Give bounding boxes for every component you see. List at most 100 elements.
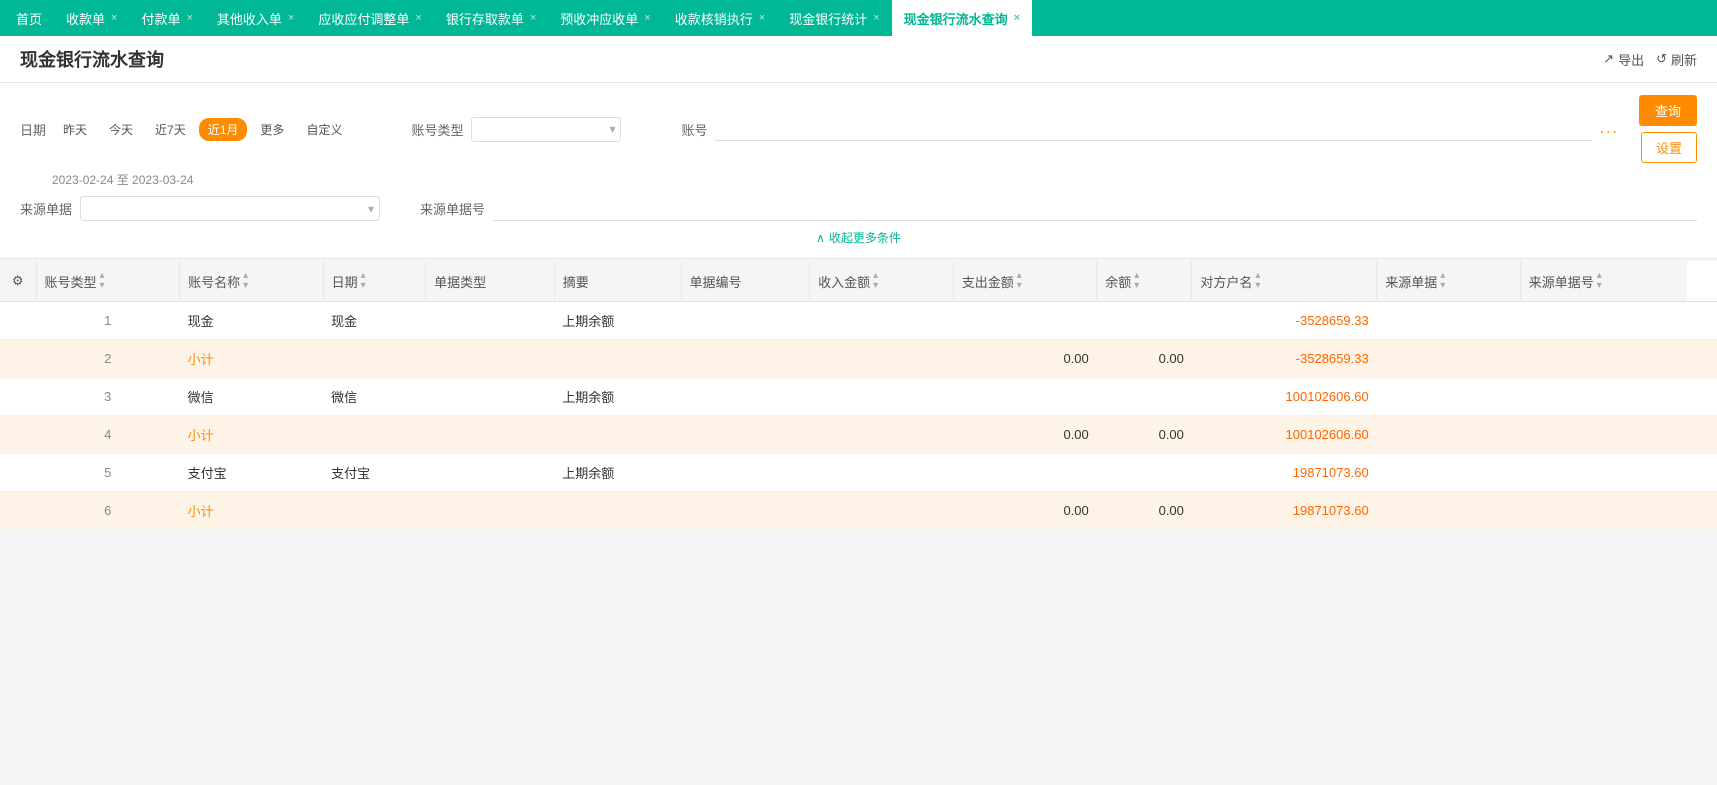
cell-source_doc (1520, 302, 1687, 340)
cell-summary (681, 340, 810, 378)
cell-income: 0.00 (953, 416, 1097, 454)
table-container: ⚙账号类型▴▾账号名称▴▾日期▴▾单据类型摘要单据编号收入金额▴▾支出金额▴▾余… (0, 261, 1717, 530)
date-btn-自定义[interactable]: 自定义 (297, 118, 351, 141)
cell-source_doc (1520, 492, 1687, 530)
account-type-select[interactable] (471, 117, 621, 142)
date-range-display: 2023-02-24 至 2023-03-24 (52, 171, 1697, 188)
sort-icon-income[interactable]: ▴▾ (873, 271, 878, 291)
col-header-source_doc[interactable]: 来源单据▴▾ (1377, 261, 1521, 302)
cell-source_doc_no (1687, 340, 1717, 378)
cell-counterpart (1377, 492, 1521, 530)
refresh-button[interactable]: ↺ 刷新 (1656, 50, 1697, 69)
nav-item-预收冲应收单[interactable]: 预收冲应收单× (548, 0, 662, 36)
sort-icon-source_doc_no[interactable]: ▴▾ (1597, 271, 1602, 291)
cell-balance: 19871073.60 (1192, 454, 1377, 492)
query-button[interactable]: 查询 (1639, 95, 1697, 126)
page-title: 现金银行流水查询 (20, 46, 164, 72)
close-icon[interactable]: × (644, 12, 650, 24)
close-icon[interactable]: × (1014, 12, 1020, 24)
col-header-balance[interactable]: 余额▴▾ (1097, 261, 1192, 302)
table-row: 2小计0.000.00-3528659.33 (0, 340, 1717, 378)
col-header-summary: 摘要 (554, 261, 681, 302)
cell-balance: -3528659.33 (1192, 302, 1377, 340)
col-label-balance: 余额 (1105, 272, 1131, 291)
source-doc-select[interactable] (80, 196, 380, 221)
top-nav: 首页收款单×付款单×其他收入单×应收应付调整单×银行存取款单×预收冲应收单×收款… (0, 0, 1717, 36)
settings-button[interactable]: 设置 (1641, 132, 1697, 163)
export-button[interactable]: ↗ 导出 (1603, 50, 1644, 69)
gear-icon[interactable]: ⚙ (12, 273, 24, 288)
col-label-doc_type: 单据类型 (434, 272, 486, 291)
export-icon: ↗ (1603, 51, 1614, 67)
sort-icon-account_name[interactable]: ▴▾ (243, 271, 248, 291)
nav-item-收款核销执行[interactable]: 收款核销执行× (663, 0, 777, 36)
cell-doc_type: 上期余额 (554, 302, 681, 340)
cell-counterpart (1377, 454, 1521, 492)
table-row: 3微信微信上期余额100102606.60 (0, 378, 1717, 416)
nav-item-首页[interactable]: 首页 (4, 0, 54, 36)
cell-doc_type: 上期余额 (554, 378, 681, 416)
nav-item-银行存取款单[interactable]: 银行存取款单× (434, 0, 548, 36)
nav-item-付款单[interactable]: 付款单× (129, 0, 204, 36)
cell-income: 0.00 (953, 340, 1097, 378)
close-icon[interactable]: × (759, 12, 765, 24)
sort-icon-balance[interactable]: ▴▾ (1134, 271, 1139, 291)
cell-date (426, 340, 555, 378)
date-btn-今天[interactable]: 今天 (100, 118, 142, 141)
close-icon[interactable]: × (873, 12, 879, 24)
cell-income: 0.00 (953, 492, 1097, 530)
nav-item-现金银行流水查询[interactable]: 现金银行流水查询× (892, 0, 1032, 36)
account-ellipsis-button[interactable]: ... (1600, 120, 1619, 138)
table-body: 1现金现金上期余额-3528659.332小计0.000.00-3528659.… (0, 302, 1717, 530)
row-gear-cell (0, 492, 36, 530)
col-header-source_doc_no[interactable]: 来源单据号▴▾ (1520, 261, 1687, 302)
sort-icon-expense[interactable]: ▴▾ (1017, 271, 1022, 291)
header-row: ⚙账号类型▴▾账号名称▴▾日期▴▾单据类型摘要单据编号收入金额▴▾支出金额▴▾余… (0, 261, 1717, 302)
sort-icon-counterpart[interactable]: ▴▾ (1255, 271, 1260, 291)
col-label-account_type: 账号类型 (45, 272, 97, 291)
date-btn-近1月[interactable]: 近1月 (199, 118, 248, 141)
date-label: 日期 (20, 120, 46, 139)
collapse-bar[interactable]: ∧ 收起更多条件 (20, 229, 1697, 246)
cell-date (426, 492, 555, 530)
nav-item-应收应付调整单[interactable]: 应收应付调整单× (306, 0, 433, 36)
cell-index: 1 (36, 302, 180, 340)
cell-account_type: 现金 (180, 302, 324, 340)
close-icon[interactable]: × (288, 12, 294, 24)
nav-item-现金银行统计[interactable]: 现金银行统计× (777, 0, 891, 36)
close-icon[interactable]: × (186, 12, 192, 24)
cell-source_doc_no (1687, 416, 1717, 454)
sort-icon-source_doc[interactable]: ▴▾ (1440, 271, 1445, 291)
col-header-account_type[interactable]: 账号类型▴▾ (36, 261, 180, 302)
col-header-date[interactable]: 日期▴▾ (323, 261, 426, 302)
cell-expense: 0.00 (1097, 492, 1192, 530)
col-header-counterpart[interactable]: 对方户名▴▾ (1192, 261, 1377, 302)
col-label-counterpart: 对方户名 (1200, 272, 1252, 291)
sort-icon-date[interactable]: ▴▾ (361, 271, 366, 291)
filter-row-2: 来源单据 来源单据号 (20, 196, 1697, 221)
cell-balance: -3528659.33 (1192, 340, 1377, 378)
col-header-income[interactable]: 收入金额▴▾ (810, 261, 954, 302)
account-input[interactable] (715, 117, 1591, 141)
date-buttons: 昨天今天近7天近1月更多自定义 (54, 118, 351, 141)
cell-doc_type (554, 492, 681, 530)
source-doc-no-input[interactable] (493, 197, 1697, 221)
close-icon[interactable]: × (111, 12, 117, 24)
col-label-source_doc_no: 来源单据号 (1529, 272, 1594, 291)
col-header-account_name[interactable]: 账号名称▴▾ (180, 261, 324, 302)
close-icon[interactable]: × (530, 12, 536, 24)
cell-source_doc (1520, 378, 1687, 416)
date-btn-昨天[interactable]: 昨天 (54, 118, 96, 141)
cell-index: 4 (36, 416, 180, 454)
date-btn-更多[interactable]: 更多 (251, 118, 293, 141)
close-icon[interactable]: × (415, 12, 421, 24)
date-btn-近7天[interactable]: 近7天 (146, 118, 195, 141)
nav-item-收款单[interactable]: 收款单× (54, 0, 129, 36)
cell-source_doc_no (1687, 492, 1717, 530)
cell-doc_no (810, 302, 954, 340)
cell-counterpart (1377, 302, 1521, 340)
col-header-expense[interactable]: 支出金额▴▾ (953, 261, 1097, 302)
sort-icon-account_type[interactable]: ▴▾ (100, 271, 105, 291)
refresh-label: 刷新 (1671, 50, 1697, 69)
nav-item-其他收入单[interactable]: 其他收入单× (205, 0, 306, 36)
